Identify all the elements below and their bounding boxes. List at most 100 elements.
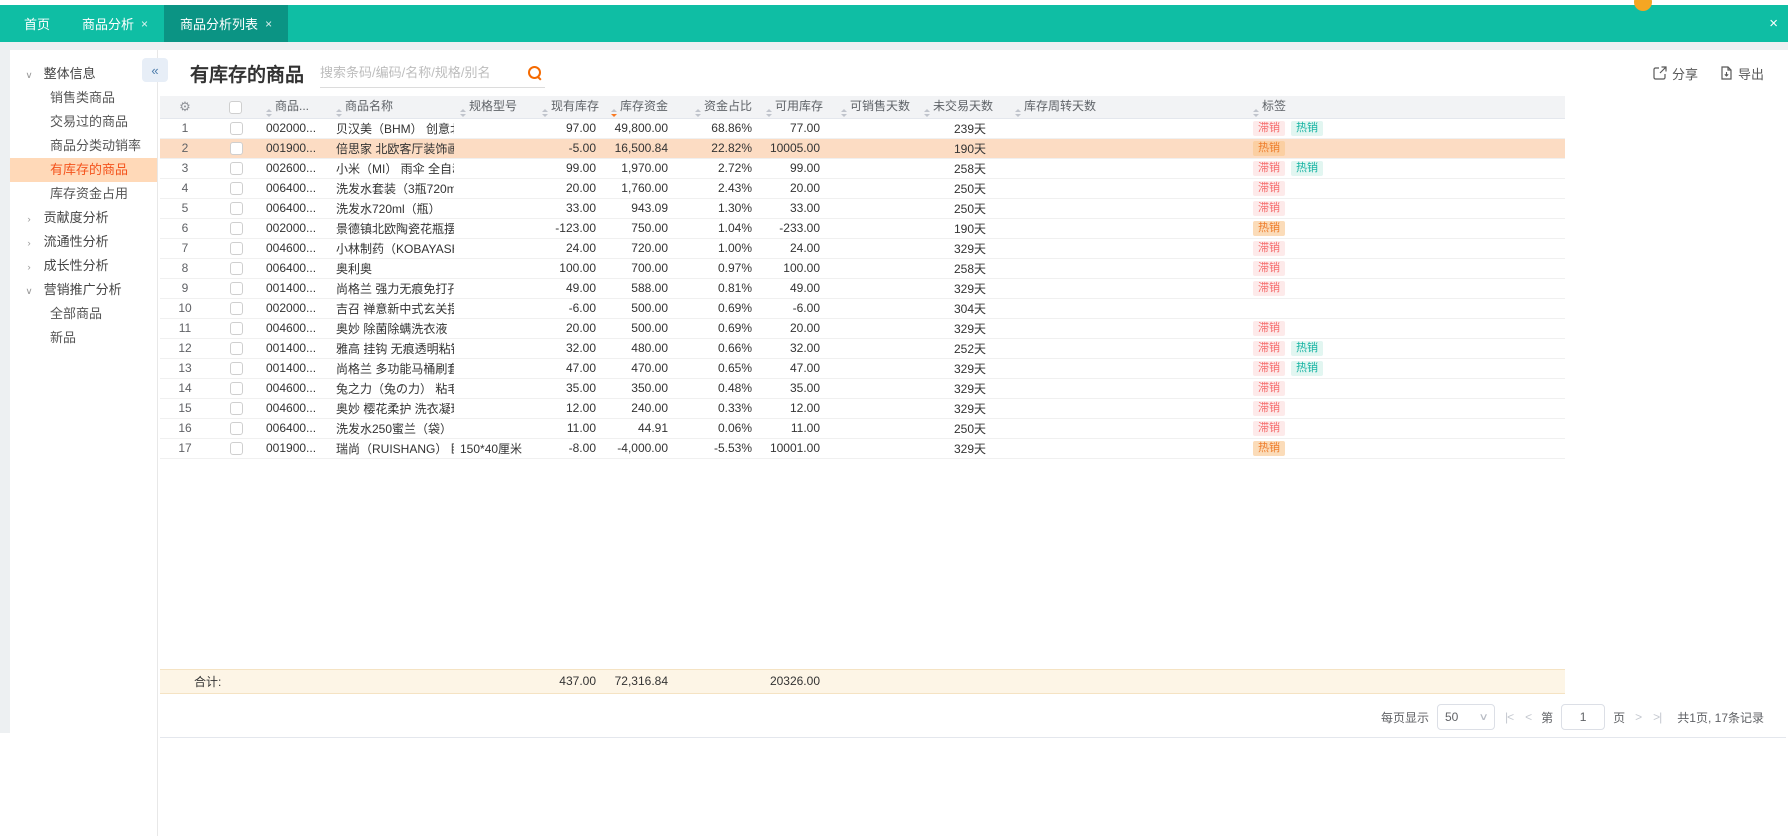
sidebar-item-undefined[interactable]: › 贡献度分析: [10, 206, 157, 230]
row-checkbox[interactable]: [229, 242, 243, 256]
column-header-name[interactable]: 商品名称: [330, 96, 454, 119]
row-checkbox[interactable]: [229, 342, 243, 356]
table-row[interactable]: 13 001400... 尚格兰 多功能马桶刷套装 无 47.00 470.00…: [160, 358, 1565, 379]
first-page-button[interactable]: |<: [1503, 710, 1515, 724]
table-row[interactable]: 11 004600... 奥妙 除菌除螨洗衣液 20.00 500.00 0.6…: [160, 318, 1565, 339]
available-stock: 32.00: [760, 338, 828, 359]
column-header-sale-days[interactable]: 可销售天数: [828, 96, 918, 119]
row-checkbox[interactable]: [229, 222, 243, 236]
turnover-days: [994, 178, 1104, 199]
sidebar-item-undefined[interactable]: 销售类商品: [10, 86, 157, 110]
last-page-button[interactable]: >|: [1651, 710, 1663, 724]
table-row[interactable]: 6 002000... 景德镇北欧陶瓷花瓶摆件 仿 -123.00 750.00…: [160, 218, 1565, 239]
record-count: 共1页, 17条记录: [1677, 710, 1764, 725]
row-checkbox[interactable]: [229, 322, 243, 336]
available-stock: 49.00: [760, 278, 828, 299]
sidebar-item-undefined[interactable]: 交易过的商品: [10, 110, 157, 134]
product-name: 奥妙 除菌除螨洗衣液: [330, 318, 454, 339]
column-header-ratio[interactable]: 资金占比: [676, 96, 760, 119]
sidebar-item-undefined[interactable]: 有库存的商品: [10, 158, 157, 182]
row-checkbox[interactable]: [229, 262, 243, 276]
row-checkbox[interactable]: [229, 362, 243, 376]
column-header-spec[interactable]: 规格型号: [454, 96, 536, 119]
table-row[interactable]: 4 006400... 洗发水套装（3瓶720ml+1瓶 20.00 1,760…: [160, 178, 1565, 199]
row-checkbox[interactable]: [229, 282, 243, 296]
table-row[interactable]: 7 004600... 小林制药（KOBAYASHI）日 24.00 720.0…: [160, 238, 1565, 259]
sidebar-item-undefined[interactable]: 商品分类动销率: [10, 134, 157, 158]
sidebar-item-undefined[interactable]: 全部商品: [10, 302, 157, 326]
table-row[interactable]: 2 001900... 倍思家 北欧客厅装饰画卧室 -5.00 16,500.8…: [160, 138, 1565, 159]
sidebar-item-undefined[interactable]: › 流通性分析: [10, 230, 157, 254]
stock-fund: 240.00: [604, 398, 676, 419]
table-row[interactable]: 15 004600... 奥妙 樱花柔护 洗衣凝珠 10 12.00 240.0…: [160, 398, 1565, 419]
column-header-code[interactable]: 商品...: [260, 96, 330, 119]
current-stock: 32.00: [536, 338, 604, 359]
turnover-days: [994, 398, 1104, 419]
stock-fund: 44.91: [604, 418, 676, 439]
next-page-button[interactable]: >: [1633, 710, 1643, 724]
sidebar-item-undefined[interactable]: › 成长性分析: [10, 254, 157, 278]
page-number-input[interactable]: [1561, 704, 1606, 730]
table-row[interactable]: 16 006400... 洗发水250蜜兰（袋） 11.00 44.91 0.0…: [160, 418, 1565, 439]
row-checkbox[interactable]: [229, 442, 243, 456]
tag-list: 滞销 热销: [1247, 118, 1565, 139]
column-header-available[interactable]: 可用库存: [760, 96, 828, 119]
share-button[interactable]: 分享: [1653, 64, 1698, 83]
row-checkbox[interactable]: [229, 182, 243, 196]
tab-product-analysis-list[interactable]: 商品分析列表 ×: [164, 5, 289, 42]
close-icon[interactable]: ×: [141, 18, 148, 30]
product-name: 洗发水720ml（瓶）: [330, 198, 454, 219]
tab-home[interactable]: 首页: [8, 5, 66, 42]
sidebar-item-label: 贡献度分析: [43, 210, 109, 225]
sort-icon: [542, 108, 548, 117]
product-name: 吉召 禅意新中式玄关摆件客: [330, 298, 454, 319]
row-checkbox[interactable]: [229, 202, 243, 216]
table-row[interactable]: 12 001400... 雅高 挂钩 无痕透明粘钩 强 32.00 480.00…: [160, 338, 1565, 359]
table-row[interactable]: 14 004600... 兔之力（兔の力） 粘毛器粘 35.00 350.00 …: [160, 378, 1565, 399]
close-icon[interactable]: ×: [265, 18, 272, 30]
search-icon[interactable]: [528, 66, 542, 79]
collapse-sidebar-button[interactable]: «: [142, 58, 168, 82]
column-header-turnover-days[interactable]: 库存周转天数: [994, 96, 1104, 119]
fund-ratio: 0.97%: [676, 258, 760, 279]
table-row[interactable]: 17 001900... 瑞尚（RUISHANG） 卧室装 150*40厘米 -…: [160, 438, 1565, 459]
sidebar-item-undefined[interactable]: ∨ 整体信息: [10, 62, 157, 86]
row-index: 17: [160, 438, 212, 459]
row-checkbox-cell: [212, 378, 260, 399]
export-button[interactable]: 导出: [1720, 64, 1764, 83]
close-icon[interactable]: ×: [1769, 15, 1778, 32]
search-input[interactable]: [320, 65, 529, 80]
table-row[interactable]: 5 006400... 洗发水720ml（瓶） 33.00 943.09 1.3…: [160, 198, 1565, 219]
column-header-fund[interactable]: 库存资金: [604, 96, 676, 119]
row-checkbox[interactable]: [229, 162, 243, 176]
row-checkbox[interactable]: [229, 422, 243, 436]
stock-fund: 470.00: [604, 358, 676, 379]
sidebar-item-undefined[interactable]: ∨ 营销推广分析: [10, 278, 157, 302]
available-stock: 47.00: [760, 358, 828, 379]
table-row[interactable]: 8 006400... 奥利奥 100.00 700.00 0.97% 100.…: [160, 258, 1565, 279]
row-checkbox[interactable]: [229, 402, 243, 416]
page-size-select[interactable]: 50 ∨: [1436, 704, 1495, 730]
column-header-no-trade-days[interactable]: 未交易天数: [918, 96, 994, 119]
row-checkbox[interactable]: [229, 382, 243, 396]
column-settings-gear-icon[interactable]: ⚙: [160, 96, 212, 119]
table-row[interactable]: 1 002000... 贝汉美（BHM） 创意北欧客 97.00 49,800.…: [160, 118, 1565, 139]
prev-page-button[interactable]: <: [1523, 710, 1533, 724]
row-checkbox[interactable]: [229, 142, 243, 156]
table-row[interactable]: 3 002600... 小米（MI） 雨伞 全自动折叠 99.00 1,970.…: [160, 158, 1565, 179]
column-header-tags[interactable]: 标签: [1247, 96, 1565, 119]
sidebar-item-undefined[interactable]: 新品: [10, 326, 157, 350]
table-row[interactable]: 9 001400... 尚格兰 强力无痕免打孔浴室 49.00 588.00 0…: [160, 278, 1565, 299]
row-checkbox[interactable]: [229, 302, 243, 316]
fund-ratio: 22.82%: [676, 138, 760, 159]
table-row[interactable]: 10 002000... 吉召 禅意新中式玄关摆件客 -6.00 500.00 …: [160, 298, 1565, 319]
tag-list: 滞销: [1247, 278, 1565, 299]
row-checkbox[interactable]: [229, 122, 243, 136]
sidebar-item-undefined[interactable]: 库存资金占用: [10, 182, 157, 206]
product-spec: [454, 118, 536, 139]
column-header-stock[interactable]: 现有库存: [536, 96, 604, 119]
page-header: 有库存的商品 分享 导出: [160, 50, 1788, 96]
select-all-checkbox[interactable]: [228, 100, 242, 114]
tab-product-analysis[interactable]: 商品分析 ×: [66, 5, 164, 42]
table-body: 1 002000... 贝汉美（BHM） 创意北欧客 97.00 49,800.…: [160, 118, 1565, 459]
